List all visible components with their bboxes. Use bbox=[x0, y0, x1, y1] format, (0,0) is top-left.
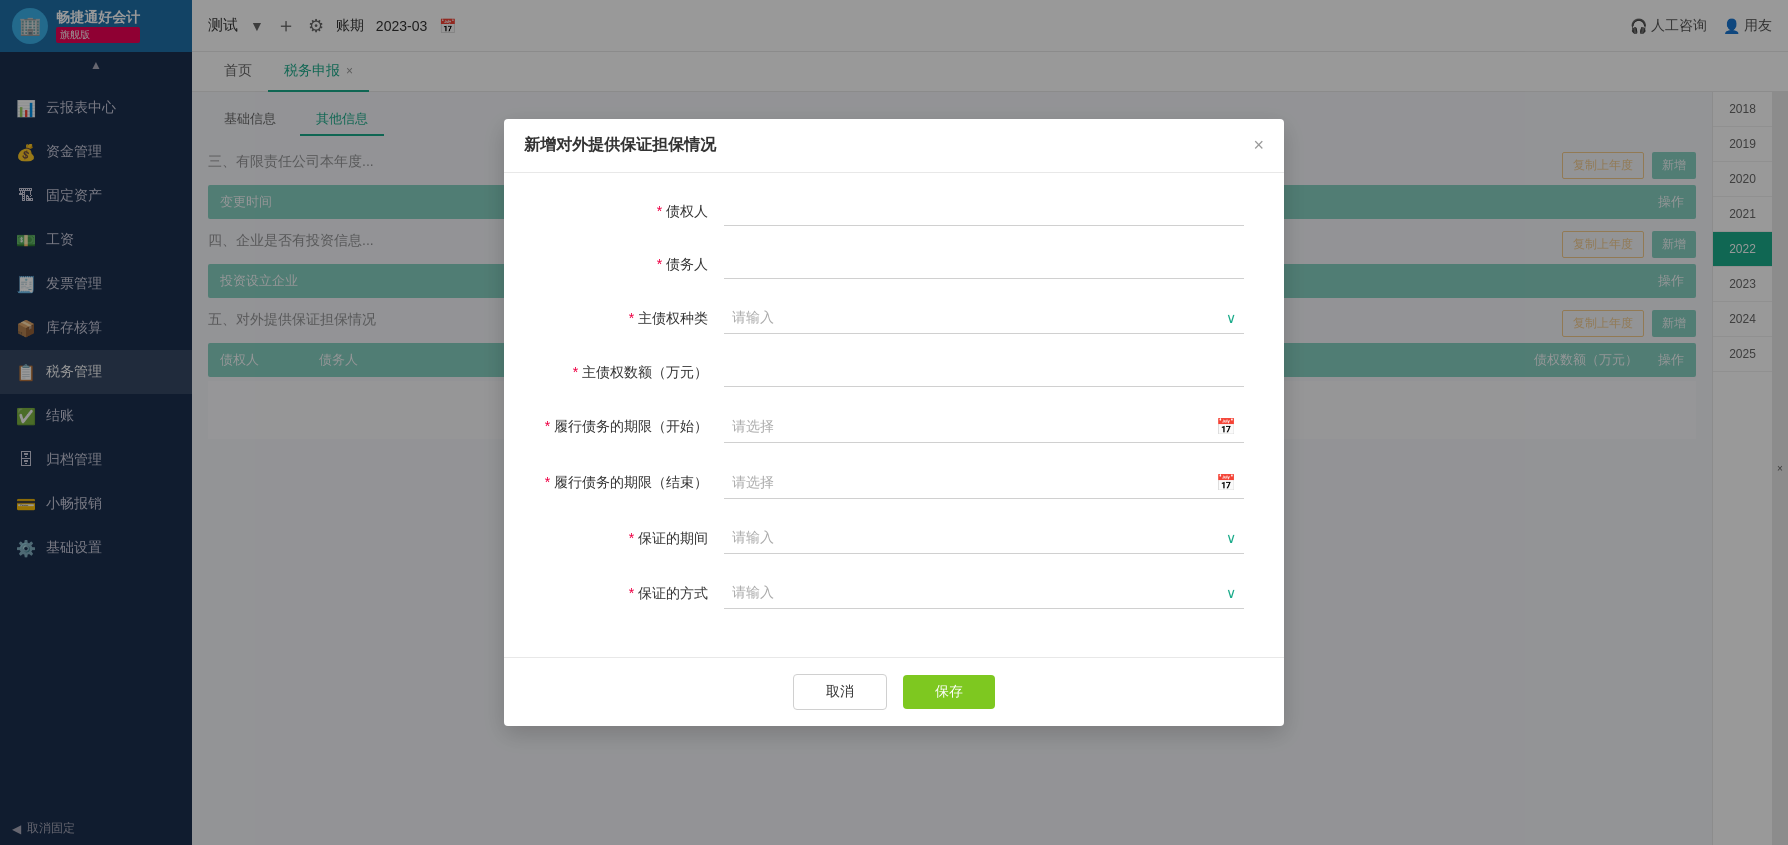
guarantee-period-select[interactable]: 请输入 ∨ bbox=[724, 523, 1244, 554]
guarantee-method-label: * 保证的方式 bbox=[544, 585, 724, 603]
dialog-title: 新增对外提供保证担保情况 bbox=[524, 135, 716, 156]
creditor-input[interactable] bbox=[724, 197, 1244, 226]
obligation-start-placeholder: 请选择 bbox=[732, 418, 774, 436]
debtor-input[interactable] bbox=[724, 250, 1244, 279]
obligation-end-date[interactable]: 请选择 📅 bbox=[724, 467, 1244, 499]
form-row-obligation-start: * 履行债务的期限（开始） 请选择 📅 bbox=[544, 411, 1244, 443]
creditor-label: * 债权人 bbox=[544, 203, 724, 221]
cancel-button[interactable]: 取消 bbox=[793, 674, 887, 710]
form-row-principal-type: * 主债权种类 请输入 ∨ bbox=[544, 303, 1244, 334]
principal-type-placeholder: 请输入 bbox=[732, 309, 774, 327]
dialog-header: 新增对外提供保证担保情况 × bbox=[504, 119, 1284, 173]
obligation-end-calendar-icon: 📅 bbox=[1216, 473, 1236, 492]
form-row-principal-amount: * 主债权数额（万元） bbox=[544, 358, 1244, 387]
dialog-footer: 取消 保存 bbox=[504, 657, 1284, 726]
guarantee-period-placeholder: 请输入 bbox=[732, 529, 774, 547]
guarantee-period-chevron-icon: ∨ bbox=[1226, 530, 1236, 546]
form-row-debtor: * 债务人 bbox=[544, 250, 1244, 279]
principal-type-chevron-icon: ∨ bbox=[1226, 310, 1236, 326]
principal-type-label: * 主债权种类 bbox=[544, 310, 724, 328]
guarantee-method-placeholder: 请输入 bbox=[732, 584, 774, 602]
dialog: 新增对外提供保证担保情况 × * 债权人 * 债务人 bbox=[504, 119, 1284, 726]
guarantee-method-select[interactable]: 请输入 ∨ bbox=[724, 578, 1244, 609]
guarantee-method-chevron-icon: ∨ bbox=[1226, 585, 1236, 601]
principal-amount-label: * 主债权数额（万元） bbox=[544, 364, 724, 382]
obligation-start-date[interactable]: 请选择 📅 bbox=[724, 411, 1244, 443]
guarantee-period-label: * 保证的期间 bbox=[544, 530, 724, 548]
form-row-obligation-end: * 履行债务的期限（结束） 请选择 📅 bbox=[544, 467, 1244, 499]
obligation-end-placeholder: 请选择 bbox=[732, 474, 774, 492]
dialog-body: * 债权人 * 债务人 * 主债权种类 请输入 bbox=[504, 173, 1284, 657]
principal-amount-input[interactable] bbox=[724, 358, 1244, 387]
dialog-close-button[interactable]: × bbox=[1253, 135, 1264, 156]
form-row-guarantee-period: * 保证的期间 请输入 ∨ bbox=[544, 523, 1244, 554]
form-row-creditor: * 债权人 bbox=[544, 197, 1244, 226]
obligation-end-label: * 履行债务的期限（结束） bbox=[544, 474, 724, 492]
obligation-start-label: * 履行债务的期限（开始） bbox=[544, 418, 724, 436]
save-button[interactable]: 保存 bbox=[903, 675, 995, 709]
debtor-label: * 债务人 bbox=[544, 256, 724, 274]
dialog-overlay: 新增对外提供保证担保情况 × * 债权人 * 债务人 bbox=[0, 0, 1788, 845]
form-row-guarantee-method: * 保证的方式 请输入 ∨ bbox=[544, 578, 1244, 609]
obligation-start-calendar-icon: 📅 bbox=[1216, 417, 1236, 436]
principal-type-select[interactable]: 请输入 ∨ bbox=[724, 303, 1244, 334]
